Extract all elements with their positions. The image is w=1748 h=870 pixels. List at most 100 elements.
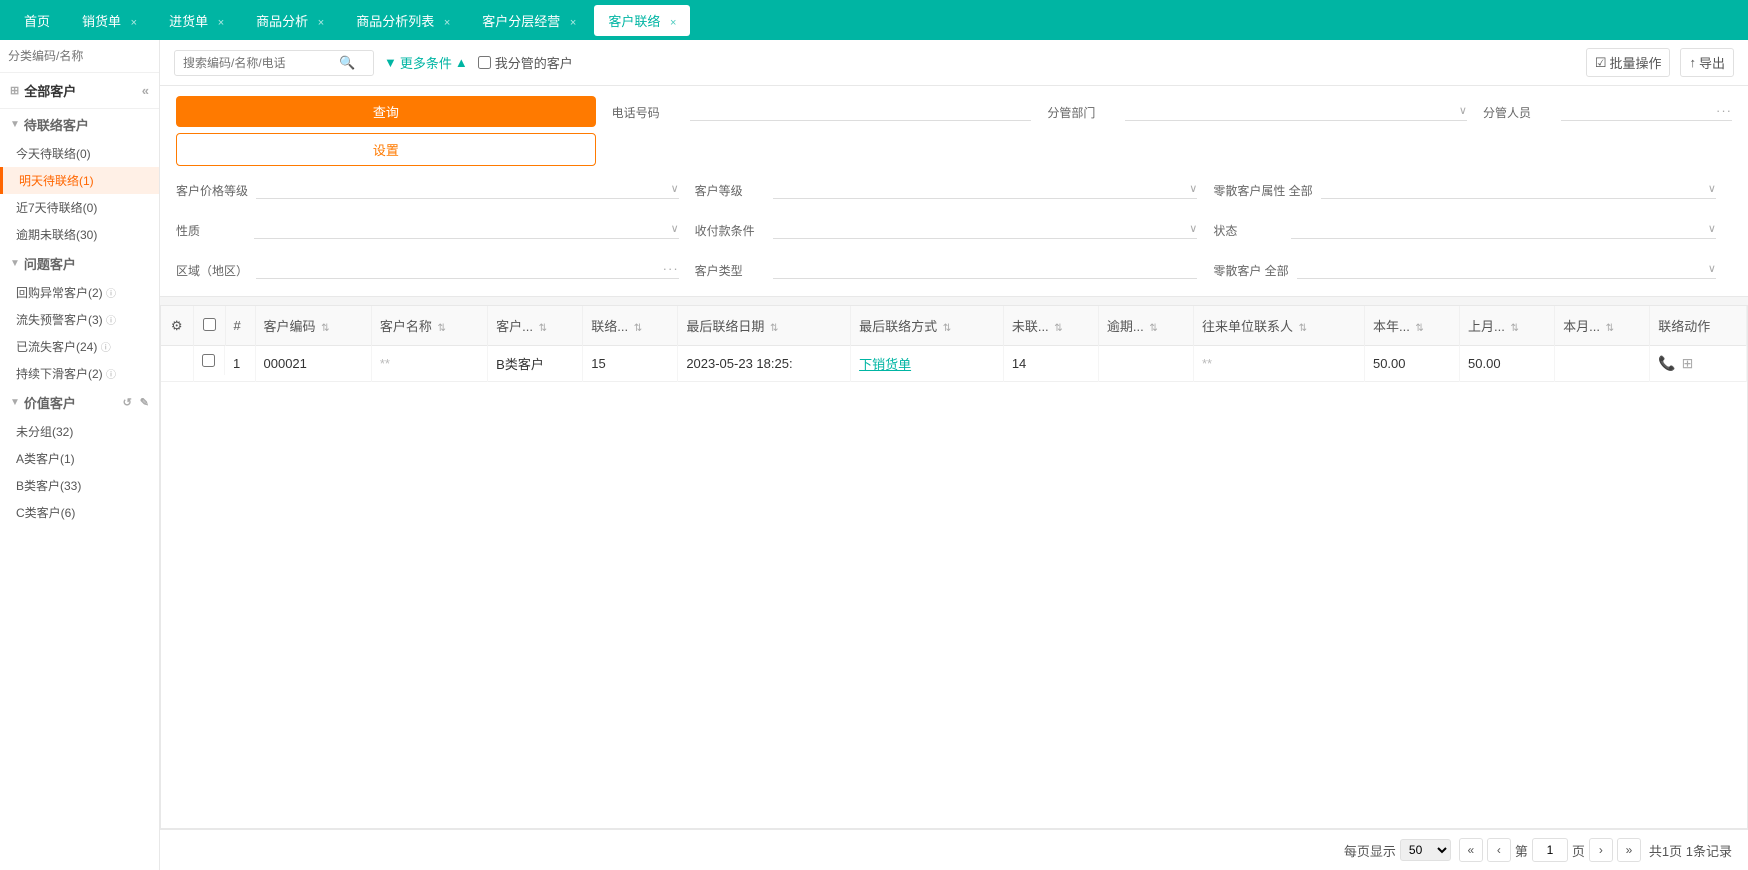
adv-filter-panel: 电话号码 分管部门 ∨ 分管人员 ··· bbox=[160, 86, 1748, 297]
filter-icon: ▼ bbox=[384, 55, 397, 70]
nature-input[interactable] bbox=[254, 222, 671, 236]
grid-action-icon[interactable]: ⊞ bbox=[1682, 355, 1694, 372]
refresh-icon[interactable]: ↺ bbox=[123, 396, 132, 409]
batch-label: 批量操作 bbox=[1609, 53, 1661, 72]
sidebar-item-ungrouped[interactable]: 未分组(32) bbox=[0, 418, 159, 445]
col-code[interactable]: 客户编码 ⇅ bbox=[255, 306, 371, 346]
search-input[interactable] bbox=[183, 56, 333, 70]
arrow-down-icon: ▼ bbox=[10, 397, 20, 408]
sidebar-group-problem[interactable]: ▼ 问题客户 bbox=[0, 248, 159, 279]
phone-action-icon[interactable]: 📞 bbox=[1658, 355, 1675, 372]
sidebar-item-c-class[interactable]: C类客户(6) bbox=[0, 499, 159, 526]
row-checkbox[interactable] bbox=[202, 354, 215, 367]
sidebar-item-churn-warning[interactable]: 流失预警客户(3) ⓘ bbox=[0, 306, 159, 333]
export-btn[interactable]: ↑ 导出 bbox=[1680, 48, 1734, 77]
close-icon[interactable]: × bbox=[444, 17, 450, 29]
payment-input[interactable] bbox=[773, 222, 1190, 236]
close-icon[interactable]: × bbox=[218, 17, 224, 29]
close-icon[interactable]: × bbox=[570, 17, 576, 29]
nature-wrap: ∨ bbox=[254, 222, 679, 239]
sidebar-item-declining[interactable]: 持续下滑客户(2) ⓘ bbox=[0, 360, 159, 387]
nav-item-product-list[interactable]: 商品分析列表 × bbox=[342, 5, 464, 36]
col-no-contact[interactable]: 未联... ⇅ bbox=[1003, 306, 1098, 346]
adv-filter-row-3: 性质 ∨ 收付款条件 ∨ 状态 bbox=[160, 210, 1748, 250]
sidebar-all-customers[interactable]: ⊞ 全部客户 « bbox=[0, 73, 159, 109]
close-icon[interactable]: × bbox=[318, 17, 324, 29]
batch-operation-btn[interactable]: ☑ 批量操作 bbox=[1586, 48, 1671, 77]
top-nav: 首页 销货单 × 进货单 × 商品分析 × 商品分析列表 × 客户分层经营 × … bbox=[0, 0, 1748, 40]
col-contact-person[interactable]: 往来单位联系人 ⇅ bbox=[1193, 306, 1364, 346]
sidebar-search-input[interactable] bbox=[8, 49, 160, 63]
nav-item-product-analysis[interactable]: 商品分析 × bbox=[242, 5, 338, 36]
settings-icon[interactable]: ⚙ bbox=[171, 318, 183, 333]
payment-filter: 收付款条件 ∨ bbox=[695, 214, 1198, 246]
sidebar-item-overdue-contact[interactable]: 逾期未联络(30) bbox=[0, 221, 159, 248]
page-input[interactable] bbox=[1532, 838, 1568, 862]
td-code: 000021 bbox=[255, 346, 371, 382]
col-type[interactable]: 客户... ⇅ bbox=[488, 306, 583, 346]
adv-filter-row-1: 电话号码 分管部门 ∨ 分管人员 ··· bbox=[160, 86, 1748, 170]
next-page-btn[interactable]: › bbox=[1589, 838, 1613, 862]
customer-grade-filter: 客户等级 ∨ bbox=[695, 174, 1198, 206]
nav-item-sales[interactable]: 销货单 × bbox=[68, 5, 151, 36]
col-this-year[interactable]: 本年... ⇅ bbox=[1364, 306, 1459, 346]
col-last-month[interactable]: 上月... ⇅ bbox=[1460, 306, 1555, 346]
region-label: 区域（地区） bbox=[176, 262, 248, 279]
sidebar-item-tomorrow-contact[interactable]: 明天待联络(1) bbox=[0, 167, 159, 194]
edit-icon[interactable]: ✎ bbox=[140, 396, 149, 409]
page-size-select[interactable]: 10 20 50 100 bbox=[1400, 839, 1451, 861]
search-icon[interactable]: 🔍 bbox=[339, 55, 355, 71]
region-input[interactable] bbox=[256, 262, 663, 276]
first-page-btn[interactable]: « bbox=[1459, 838, 1483, 862]
nav-item-customer-contact[interactable]: 客户联络 × bbox=[594, 5, 690, 36]
query-btn[interactable]: 查询 bbox=[176, 96, 596, 127]
sidebar-item-today-contact[interactable]: 今天待联络(0) bbox=[0, 140, 159, 167]
sidebar-collapse-icon[interactable]: « bbox=[142, 83, 149, 98]
sidebar-item-repurchase-abnormal[interactable]: 回购异常客户(2) ⓘ bbox=[0, 279, 159, 306]
col-this-month[interactable]: 本月... ⇅ bbox=[1555, 306, 1650, 346]
last-page-btn[interactable]: » bbox=[1617, 838, 1641, 862]
close-icon[interactable]: × bbox=[131, 17, 137, 29]
sidebar-group-value[interactable]: ▼ 价值客户 ↺ ✎ bbox=[0, 387, 159, 418]
col-overdue[interactable]: 逾期... ⇅ bbox=[1098, 306, 1193, 346]
export-label: 导出 bbox=[1699, 53, 1725, 72]
sidebar-group-pending[interactable]: ▼ 待联络客户 bbox=[0, 109, 159, 140]
close-icon[interactable]: × bbox=[670, 17, 676, 29]
customer-type-input[interactable] bbox=[773, 262, 1198, 276]
price-grade-label: 客户价格等级 bbox=[176, 182, 248, 199]
retail-customer-input[interactable] bbox=[1297, 262, 1708, 276]
sidebar-item-7days-contact[interactable]: 近7天待联络(0) bbox=[0, 194, 159, 221]
price-grade-input[interactable] bbox=[256, 182, 671, 196]
more-icon[interactable]: ··· bbox=[663, 261, 679, 276]
manager-filter: 分管人员 ··· bbox=[1483, 96, 1732, 128]
manager-input[interactable] bbox=[1561, 104, 1716, 118]
prev-page-btn[interactable]: ‹ bbox=[1487, 838, 1511, 862]
customer-grade-input[interactable] bbox=[773, 182, 1190, 196]
dept-input[interactable] bbox=[1125, 104, 1459, 118]
retail-attr-input[interactable] bbox=[1321, 182, 1708, 196]
filter-more-btn[interactable]: ▼ 更多条件 ▲ bbox=[384, 53, 468, 72]
total-records: 共1页 1条记录 bbox=[1649, 841, 1732, 860]
all-customers-label: 全部客户 bbox=[24, 81, 76, 100]
customer-table: ⚙ # 客户编码 ⇅ 客户名称 ⇅ 客户... ⇅ 联络... ⇅ 最后联络日期… bbox=[161, 306, 1747, 382]
sidebar-item-b-class[interactable]: B类客户(33) bbox=[0, 472, 159, 499]
phone-input[interactable] bbox=[690, 104, 1032, 118]
reset-btn[interactable]: 设置 bbox=[176, 133, 596, 166]
col-contact[interactable]: 联络... ⇅ bbox=[583, 306, 678, 346]
sidebar-item-a-class[interactable]: A类客户(1) bbox=[0, 445, 159, 472]
nav-home[interactable]: 首页 bbox=[10, 5, 64, 36]
more-icon[interactable]: ··· bbox=[1716, 103, 1732, 118]
col-name[interactable]: 客户名称 ⇅ bbox=[371, 306, 487, 346]
my-customers-filter[interactable]: 我分管的客户 bbox=[478, 53, 573, 72]
last-method-link[interactable]: 下销货单 bbox=[859, 357, 911, 372]
td-last-month: 50.00 bbox=[1460, 346, 1555, 382]
nav-item-customer-tier[interactable]: 客户分层经营 × bbox=[468, 5, 590, 36]
col-last-method[interactable]: 最后联络方式 ⇅ bbox=[851, 306, 1004, 346]
my-customers-checkbox[interactable] bbox=[478, 56, 491, 69]
nav-item-purchase[interactable]: 进货单 × bbox=[155, 5, 238, 36]
col-last-date[interactable]: 最后联络日期 ⇅ bbox=[678, 306, 851, 346]
sidebar-item-churned[interactable]: 已流失客户(24) ⓘ bbox=[0, 333, 159, 360]
status-input[interactable] bbox=[1291, 222, 1708, 236]
col-settings[interactable]: ⚙ bbox=[161, 306, 193, 346]
select-all-checkbox[interactable] bbox=[203, 318, 216, 331]
